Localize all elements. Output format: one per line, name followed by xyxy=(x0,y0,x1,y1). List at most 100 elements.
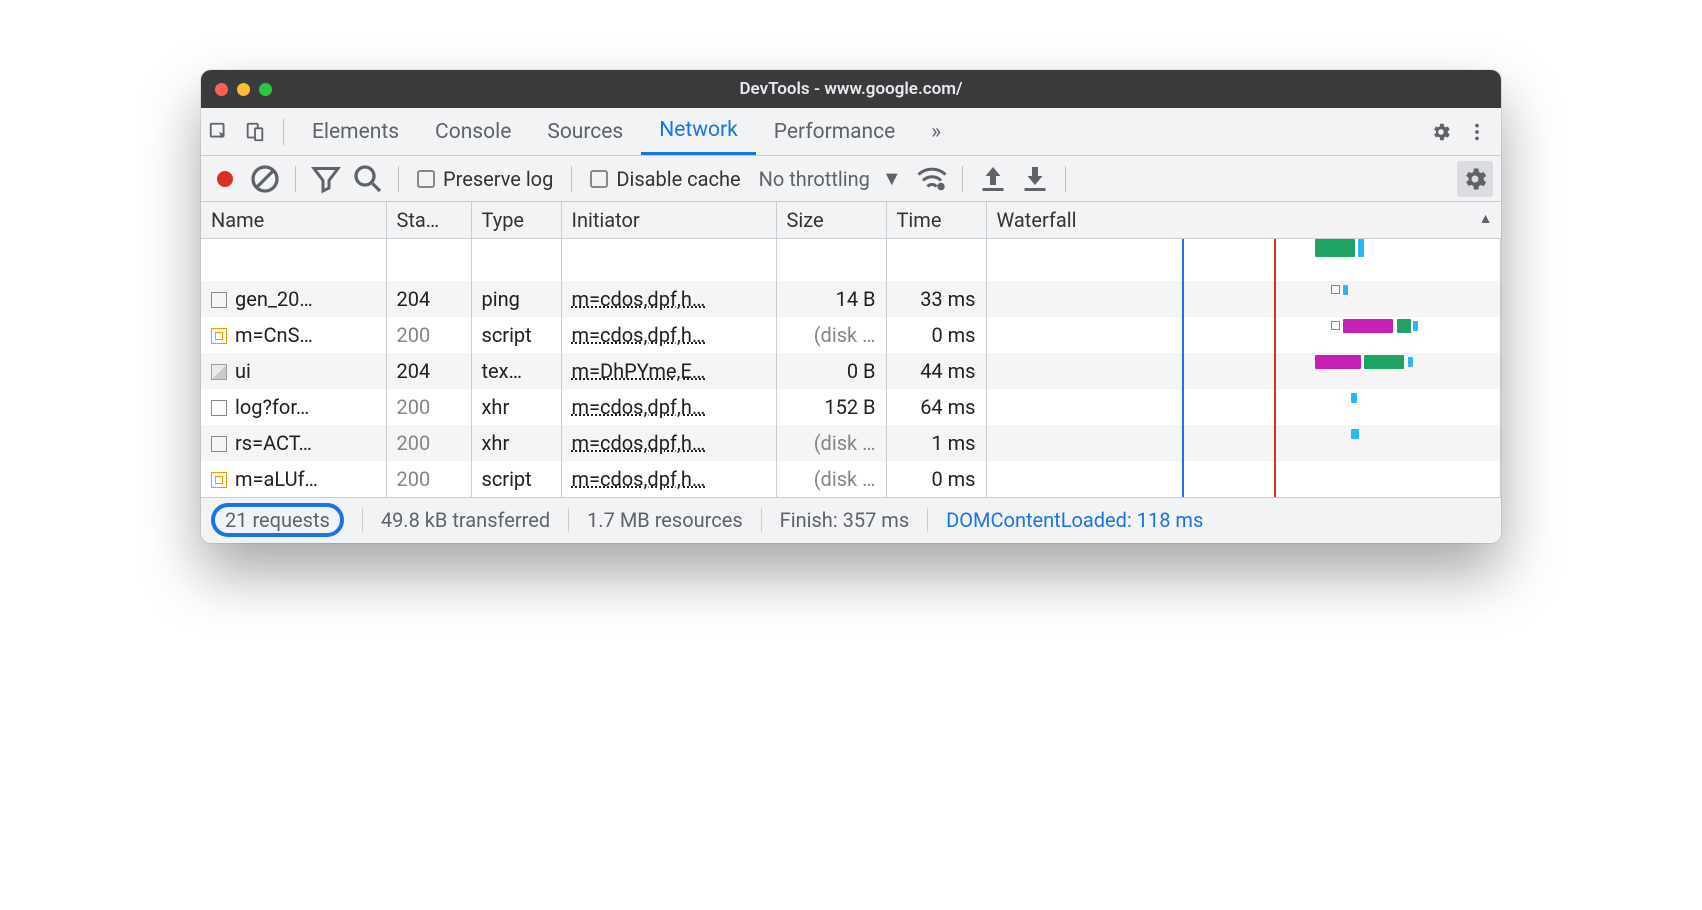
tab-performance[interactable]: Performance xyxy=(756,108,913,155)
request-size: (disk … xyxy=(776,425,886,461)
file-type-icon xyxy=(211,328,227,344)
col-type-header[interactable]: Type xyxy=(471,202,561,239)
initiator-link[interactable]: m=cdos,dpf,h… xyxy=(572,395,706,419)
table-row[interactable]: log?for…200xhrm=cdos,dpf,h…152 B64 ms xyxy=(201,389,1501,425)
table-row[interactable]: gen_20… 204ping m=cdos,dpf,h… 14 B33 ms xyxy=(201,281,1501,317)
initiator-link[interactable]: m=cdos,dpf,h… xyxy=(572,287,706,311)
request-time: 44 ms xyxy=(886,353,986,389)
tab-network[interactable]: Network xyxy=(641,108,756,155)
table-row[interactable]: m=CnS…200scriptm=cdos,dpf,h…(disk …0 ms xyxy=(201,317,1501,353)
file-type-icon xyxy=(211,400,227,416)
requests-table: Name Sta… Type Initiator Size Time Water… xyxy=(201,202,1501,497)
status-bar: 21 requests 49.8 kB transferred 1.7 MB r… xyxy=(201,497,1501,543)
col-waterfall-header[interactable]: Waterfall▲ xyxy=(986,202,1501,239)
maximize-window-button[interactable] xyxy=(259,83,272,96)
kebab-menu-icon[interactable] xyxy=(1459,114,1495,150)
status-code: 204 xyxy=(386,353,471,389)
waterfall-cell xyxy=(986,425,1501,461)
preserve-log-label: Preserve log xyxy=(443,167,553,191)
record-button[interactable] xyxy=(217,171,233,187)
throttling-value: No throttling xyxy=(759,167,870,191)
close-window-button[interactable] xyxy=(215,83,228,96)
status-code: 200 xyxy=(386,425,471,461)
request-time: 33 ms xyxy=(886,281,986,317)
col-name-header[interactable]: Name xyxy=(201,202,386,239)
network-conditions-icon[interactable] xyxy=(914,161,950,197)
titlebar: DevTools - www.google.com/ xyxy=(201,70,1501,108)
disable-cache-checkbox[interactable]: Disable cache xyxy=(584,167,746,191)
table-header-row: Name Sta… Type Initiator Size Time Water… xyxy=(201,202,1501,239)
initiator-link[interactable]: m=cdos,dpf,h… xyxy=(572,467,706,491)
initiator-link[interactable]: m=cdos,dpf,h… xyxy=(572,323,706,347)
chevron-down-icon: ▼ xyxy=(882,166,902,191)
minimize-window-button[interactable] xyxy=(237,83,250,96)
col-size-header[interactable]: Size xyxy=(776,202,886,239)
col-time-header[interactable]: Time xyxy=(886,202,986,239)
request-type: script xyxy=(471,461,561,497)
throttling-select[interactable]: No throttling ▼ xyxy=(753,166,908,191)
inspect-element-icon[interactable] xyxy=(201,114,237,150)
file-type-icon xyxy=(211,436,227,452)
request-time: 0 ms xyxy=(886,461,986,497)
network-settings-gear-icon[interactable] xyxy=(1457,161,1493,197)
col-initiator-header[interactable]: Initiator xyxy=(561,202,776,239)
waterfall-cell xyxy=(986,281,1501,317)
checkbox-icon xyxy=(590,170,608,188)
request-size: (disk … xyxy=(776,317,886,353)
table-row[interactable]: rs=ACT… 200xhr m=cdos,dpf,h… (disk …1 ms xyxy=(201,425,1501,461)
request-time: 1 ms xyxy=(886,425,986,461)
initiator-link[interactable]: m=DhPYme,E… xyxy=(572,359,706,383)
tab-more[interactable]: » xyxy=(913,108,959,155)
resources-size: 1.7 MB resources xyxy=(587,508,743,532)
request-size: 14 B xyxy=(776,281,886,317)
request-name: m=CnS… xyxy=(235,323,313,347)
disable-cache-label: Disable cache xyxy=(616,167,740,191)
status-code: 200 xyxy=(386,461,471,497)
clear-icon[interactable] xyxy=(247,161,283,197)
request-type: xhr xyxy=(471,389,561,425)
request-name: ui xyxy=(235,359,251,383)
download-har-icon[interactable] xyxy=(1017,161,1053,197)
waterfall-cell xyxy=(986,461,1501,497)
request-name: rs=ACT… xyxy=(235,431,312,455)
window-title: DevTools - www.google.com/ xyxy=(201,79,1501,99)
request-size: 0 B xyxy=(776,353,886,389)
tab-console[interactable]: Console xyxy=(417,108,529,155)
search-icon[interactable] xyxy=(350,161,386,197)
settings-gear-icon[interactable] xyxy=(1423,114,1459,150)
table-row[interactable]: m=aLUf… 200script m=cdos,dpf,h… (disk …0 ms xyxy=(201,461,1501,497)
checkbox-icon xyxy=(417,170,435,188)
device-toggle-icon[interactable] xyxy=(237,114,273,150)
request-name: log?for… xyxy=(235,395,309,419)
finish-time: Finish: 357 ms xyxy=(780,508,910,532)
filter-icon[interactable] xyxy=(308,161,344,197)
transferred-size: 49.8 kB transferred xyxy=(381,508,550,532)
waterfall-cell xyxy=(986,317,1501,353)
upload-har-icon[interactable] xyxy=(975,161,1011,197)
request-time: 0 ms xyxy=(886,317,986,353)
waterfall-cell xyxy=(986,353,1501,389)
devtools-window: DevTools - www.google.com/ Elements Cons… xyxy=(201,70,1501,543)
spacer-row xyxy=(201,239,1501,281)
status-code: 204 xyxy=(386,281,471,317)
tab-elements[interactable]: Elements xyxy=(294,108,417,155)
request-type: ping xyxy=(471,281,561,317)
request-time: 64 ms xyxy=(886,389,986,425)
col-status-header[interactable]: Sta… xyxy=(386,202,471,239)
request-name: m=aLUf… xyxy=(235,467,318,491)
window-controls xyxy=(201,83,272,96)
tab-sources[interactable]: Sources xyxy=(529,108,641,155)
waterfall-cell xyxy=(986,389,1501,425)
file-type-icon xyxy=(211,364,227,380)
request-name: gen_20… xyxy=(235,287,313,311)
request-size: (disk … xyxy=(776,461,886,497)
table-row[interactable]: ui204tex…m=DhPYme,E…0 B44 ms xyxy=(201,353,1501,389)
main-tabs: Elements Console Sources Network Perform… xyxy=(201,108,1501,156)
preserve-log-checkbox[interactable]: Preserve log xyxy=(411,167,559,191)
status-code: 200 xyxy=(386,317,471,353)
request-type: xhr xyxy=(471,425,561,461)
status-code: 200 xyxy=(386,389,471,425)
initiator-link[interactable]: m=cdos,dpf,h… xyxy=(572,431,706,455)
domcontentloaded-time: DOMContentLoaded: 118 ms xyxy=(946,508,1203,532)
requests-count: 21 requests xyxy=(211,503,344,537)
